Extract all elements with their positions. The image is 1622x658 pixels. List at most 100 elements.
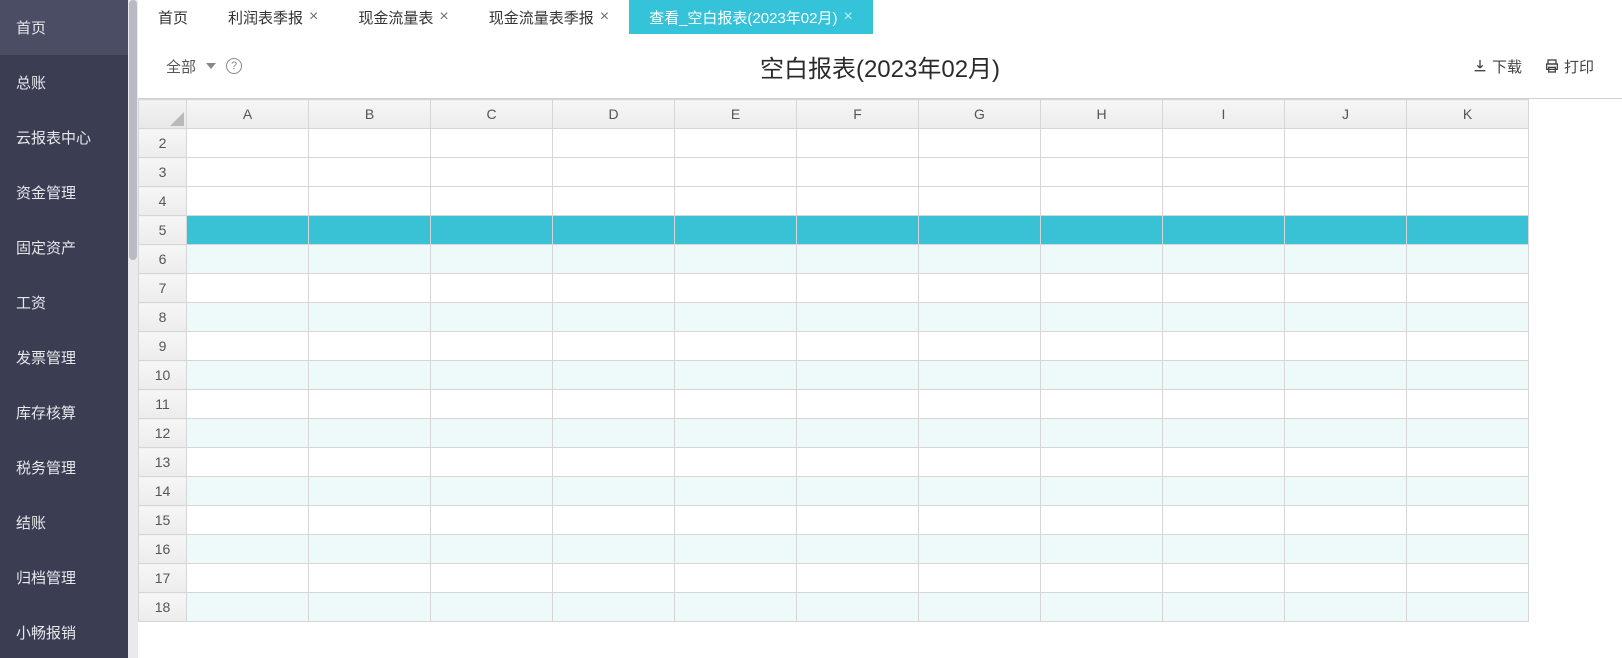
- cell-F7[interactable]: [797, 274, 919, 303]
- cell-G18[interactable]: [919, 593, 1041, 622]
- cell-I16[interactable]: [1163, 535, 1285, 564]
- corner-cell[interactable]: [139, 100, 187, 129]
- help-icon[interactable]: ?: [226, 58, 242, 74]
- cell-A4[interactable]: [187, 187, 309, 216]
- cell-A17[interactable]: [187, 564, 309, 593]
- row-head-5[interactable]: 5: [139, 216, 187, 245]
- sidebar-scrollbar[interactable]: [128, 0, 138, 658]
- cell-J18[interactable]: [1285, 593, 1407, 622]
- cell-H2[interactable]: [1041, 129, 1163, 158]
- cell-H5[interactable]: [1041, 216, 1163, 245]
- row-head-16[interactable]: 16: [139, 535, 187, 564]
- cell-J9[interactable]: [1285, 332, 1407, 361]
- row-head-14[interactable]: 14: [139, 477, 187, 506]
- cell-K9[interactable]: [1407, 332, 1529, 361]
- cell-I11[interactable]: [1163, 390, 1285, 419]
- cell-K16[interactable]: [1407, 535, 1529, 564]
- row-head-15[interactable]: 15: [139, 506, 187, 535]
- cell-C17[interactable]: [431, 564, 553, 593]
- cell-H15[interactable]: [1041, 506, 1163, 535]
- close-icon[interactable]: ×: [600, 8, 609, 26]
- cell-I8[interactable]: [1163, 303, 1285, 332]
- cell-A6[interactable]: [187, 245, 309, 274]
- cell-B15[interactable]: [309, 506, 431, 535]
- cell-E7[interactable]: [675, 274, 797, 303]
- col-head-A[interactable]: A: [187, 100, 309, 129]
- cell-B8[interactable]: [309, 303, 431, 332]
- col-head-G[interactable]: G: [919, 100, 1041, 129]
- cell-F3[interactable]: [797, 158, 919, 187]
- cell-G7[interactable]: [919, 274, 1041, 303]
- cell-C9[interactable]: [431, 332, 553, 361]
- close-icon[interactable]: ×: [309, 8, 318, 26]
- close-icon[interactable]: ×: [439, 8, 448, 26]
- cell-C3[interactable]: [431, 158, 553, 187]
- download-button[interactable]: 下载: [1472, 56, 1522, 77]
- sidebar-item-5[interactable]: 工资: [0, 275, 128, 330]
- cell-J17[interactable]: [1285, 564, 1407, 593]
- cell-J12[interactable]: [1285, 419, 1407, 448]
- cell-B13[interactable]: [309, 448, 431, 477]
- col-head-F[interactable]: F: [797, 100, 919, 129]
- cell-D9[interactable]: [553, 332, 675, 361]
- cell-B12[interactable]: [309, 419, 431, 448]
- cell-C8[interactable]: [431, 303, 553, 332]
- cell-K2[interactable]: [1407, 129, 1529, 158]
- cell-D2[interactable]: [553, 129, 675, 158]
- sidebar-item-8[interactable]: 税务管理: [0, 440, 128, 495]
- tab-4[interactable]: 查看_空白报表(2023年02月)×: [629, 0, 873, 34]
- cell-D18[interactable]: [553, 593, 675, 622]
- cell-K5[interactable]: [1407, 216, 1529, 245]
- cell-E2[interactable]: [675, 129, 797, 158]
- sidebar-item-1[interactable]: 总账: [0, 55, 128, 110]
- cell-K15[interactable]: [1407, 506, 1529, 535]
- cell-E16[interactable]: [675, 535, 797, 564]
- cell-G13[interactable]: [919, 448, 1041, 477]
- cell-H10[interactable]: [1041, 361, 1163, 390]
- cell-K18[interactable]: [1407, 593, 1529, 622]
- cell-G5[interactable]: [919, 216, 1041, 245]
- cell-A12[interactable]: [187, 419, 309, 448]
- cell-G17[interactable]: [919, 564, 1041, 593]
- cell-G4[interactable]: [919, 187, 1041, 216]
- cell-B14[interactable]: [309, 477, 431, 506]
- row-head-8[interactable]: 8: [139, 303, 187, 332]
- cell-F10[interactable]: [797, 361, 919, 390]
- cell-G6[interactable]: [919, 245, 1041, 274]
- cell-H4[interactable]: [1041, 187, 1163, 216]
- cell-F5[interactable]: [797, 216, 919, 245]
- row-head-17[interactable]: 17: [139, 564, 187, 593]
- cell-J4[interactable]: [1285, 187, 1407, 216]
- cell-D12[interactable]: [553, 419, 675, 448]
- cell-E9[interactable]: [675, 332, 797, 361]
- cell-B9[interactable]: [309, 332, 431, 361]
- cell-A14[interactable]: [187, 477, 309, 506]
- cell-C2[interactable]: [431, 129, 553, 158]
- row-head-10[interactable]: 10: [139, 361, 187, 390]
- cell-C4[interactable]: [431, 187, 553, 216]
- cell-I5[interactable]: [1163, 216, 1285, 245]
- cell-J6[interactable]: [1285, 245, 1407, 274]
- cell-I12[interactable]: [1163, 419, 1285, 448]
- close-icon[interactable]: ×: [843, 8, 852, 26]
- cell-I6[interactable]: [1163, 245, 1285, 274]
- cell-F17[interactable]: [797, 564, 919, 593]
- cell-I13[interactable]: [1163, 448, 1285, 477]
- sidebar-item-4[interactable]: 固定资产: [0, 220, 128, 275]
- cell-D4[interactable]: [553, 187, 675, 216]
- col-head-B[interactable]: B: [309, 100, 431, 129]
- cell-G11[interactable]: [919, 390, 1041, 419]
- cell-B18[interactable]: [309, 593, 431, 622]
- cell-C12[interactable]: [431, 419, 553, 448]
- cell-E3[interactable]: [675, 158, 797, 187]
- cell-B7[interactable]: [309, 274, 431, 303]
- cell-E12[interactable]: [675, 419, 797, 448]
- filter-dropdown[interactable]: 全部 ?: [166, 56, 242, 77]
- cell-E17[interactable]: [675, 564, 797, 593]
- cell-H12[interactable]: [1041, 419, 1163, 448]
- cell-B16[interactable]: [309, 535, 431, 564]
- cell-J7[interactable]: [1285, 274, 1407, 303]
- sidebar-item-10[interactable]: 归档管理: [0, 550, 128, 605]
- cell-K10[interactable]: [1407, 361, 1529, 390]
- cell-E13[interactable]: [675, 448, 797, 477]
